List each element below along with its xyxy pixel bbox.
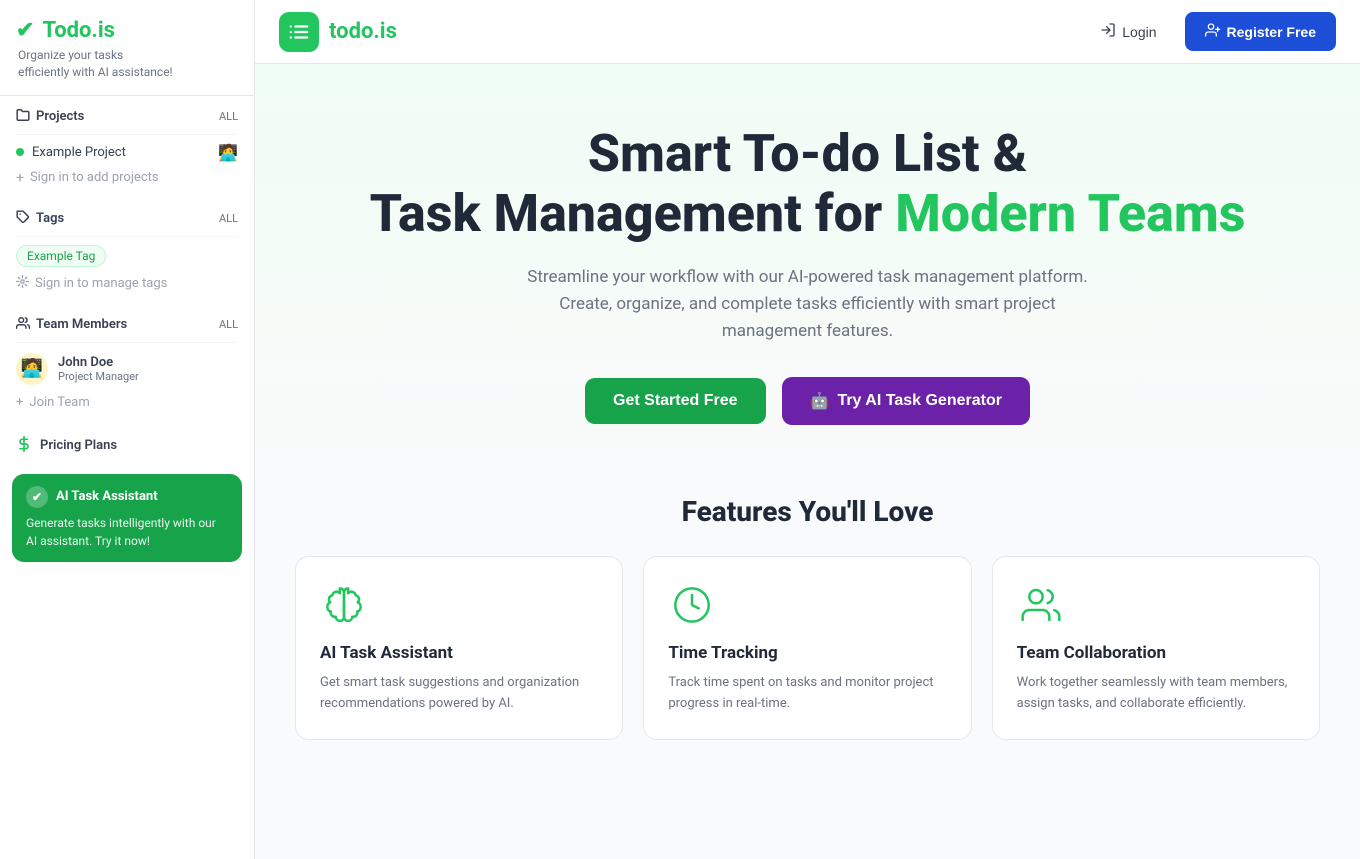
team-header: Team Members ALL (16, 316, 238, 334)
ai-generator-button[interactable]: 🤖 Try AI Task Generator (782, 377, 1030, 425)
join-plus-icon: + (16, 395, 23, 410)
sidebar-logo-title: ✔ Todo.is (16, 18, 238, 43)
check-icon: ✔ (16, 18, 34, 43)
project-example[interactable]: Example Project 🧑‍💻 (16, 139, 238, 166)
team-title: Team Members (16, 316, 127, 334)
topnav-logo-prefix: todo (329, 19, 373, 44)
hero-subtitle: Streamline your workflow with our AI-pow… (518, 264, 1098, 346)
team-member-john: 🧑‍💻 John Doe Project Manager (16, 347, 238, 391)
feature-card-team: Team Collaboration Work together seamles… (992, 556, 1320, 740)
topnav-logo-text: todo.is (329, 19, 397, 44)
team-all-link[interactable]: ALL (219, 318, 238, 331)
login-icon (1100, 22, 1116, 41)
join-team-label: Join Team (29, 395, 89, 410)
sidebar-team-section: Team Members ALL 🧑‍💻 John Doe Project Ma… (0, 304, 254, 426)
feature-ai-title: AI Task Assistant (320, 643, 598, 663)
plus-icon: + (16, 170, 24, 186)
projects-label: Projects (36, 109, 84, 124)
hero-title: Smart To-do List & Task Management for M… (295, 124, 1320, 244)
get-started-button[interactable]: Get Started Free (585, 378, 765, 424)
project-item-left: Example Project (16, 145, 126, 160)
feature-team-title: Team Collaboration (1017, 643, 1295, 663)
feature-team-body: Work together seamlessly with team membe… (1017, 673, 1295, 715)
ai-card-header: ✔ AI Task Assistant (26, 486, 228, 508)
dollar-icon (16, 436, 32, 456)
team-icon (16, 316, 30, 334)
project-dot (16, 148, 24, 156)
example-tag[interactable]: Example Tag (16, 245, 106, 267)
folder-icon (16, 108, 30, 126)
projects-header: Projects ALL (16, 108, 238, 126)
login-label: Login (1122, 24, 1156, 40)
sidebar-logo: ✔ Todo.is Organize your tasksefficiently… (0, 0, 254, 96)
sign-in-manage-tags[interactable]: Sign in to manage tags (16, 271, 238, 296)
main-content: todo.is Login Register Free Smart To-do … (255, 0, 1360, 859)
hero-buttons: Get Started Free 🤖 Try AI Task Generator (295, 377, 1320, 425)
feature-ai-body: Get smart task suggestions and organizat… (320, 673, 598, 715)
ai-card-title: AI Task Assistant (56, 489, 158, 504)
sign-in-add-label: Sign in to add projects (30, 170, 159, 185)
ai-card-body: Generate tasks intelligently with our AI… (26, 514, 228, 550)
tags-header: Tags ALL (16, 210, 238, 228)
pricing-plans-label: Pricing Plans (40, 438, 117, 453)
member-role: Project Manager (58, 370, 139, 383)
features-section: Features You'll Love AI Task Assistant G… (255, 465, 1360, 780)
brain-icon (320, 581, 368, 629)
pricing-plans-item[interactable]: Pricing Plans (0, 426, 254, 466)
tags-label: Tags (36, 211, 64, 226)
feature-time-body: Track time spent on tasks and monitor pr… (668, 673, 946, 715)
member-avatar: 🧑‍💻 (16, 353, 48, 385)
ai-generator-label: Try AI Task Generator (837, 392, 1002, 410)
register-label: Register Free (1227, 24, 1316, 40)
project-emoji: 🧑‍💻 (218, 143, 238, 162)
join-team-button[interactable]: + Join Team (16, 391, 238, 418)
project-name: Example Project (32, 145, 126, 160)
hero-section: Smart To-do List & Task Management for M… (255, 64, 1360, 465)
sign-in-tags-label: Sign in to manage tags (35, 276, 167, 291)
topnav-logo-icon (279, 12, 319, 52)
people-icon (1017, 581, 1065, 629)
sign-in-add-projects[interactable]: + Sign in to add projects (16, 166, 238, 190)
sidebar-projects-section: Projects ALL Example Project 🧑‍💻 + Sign … (0, 96, 254, 198)
login-button[interactable]: Login (1084, 14, 1172, 49)
topnav-logo: todo.is (279, 12, 397, 52)
ai-task-card[interactable]: ✔ AI Task Assistant Generate tasks intel… (12, 474, 242, 562)
features-grid: AI Task Assistant Get smart task suggest… (295, 556, 1320, 740)
sidebar: ✔ Todo.is Organize your tasksefficiently… (0, 0, 255, 859)
team-label: Team Members (36, 317, 127, 332)
topnav: todo.is Login Register Free (255, 0, 1360, 64)
sidebar-logo-subtitle: Organize your tasksefficiently with AI a… (16, 47, 238, 81)
tag-icon (16, 210, 30, 228)
hero-title-line1: Smart To-do List & (588, 123, 1027, 184)
ai-generator-icon: 🤖 (810, 391, 830, 411)
topnav-logo-suffix: .is (373, 19, 397, 44)
tags-title: Tags (16, 210, 64, 228)
hero-title-line2-prefix: Task Management for (370, 183, 896, 244)
topnav-actions: Login Register Free (1084, 12, 1336, 51)
tag-manage-icon (16, 275, 29, 292)
clock-icon (668, 581, 716, 629)
feature-time-title: Time Tracking (668, 643, 946, 663)
register-button[interactable]: Register Free (1185, 12, 1336, 51)
sidebar-title-text: Todo.is (42, 18, 115, 43)
features-title: Features You'll Love (295, 495, 1320, 528)
projects-all-link[interactable]: ALL (219, 110, 238, 123)
feature-card-ai: AI Task Assistant Get smart task suggest… (295, 556, 623, 740)
member-name: John Doe (58, 355, 139, 370)
sidebar-tags-section: Tags ALL Example Tag Sign in to manage t… (0, 198, 254, 304)
tags-all-link[interactable]: ALL (219, 212, 238, 225)
projects-title: Projects (16, 108, 84, 126)
hero-title-accent: Modern Teams (895, 183, 1245, 244)
register-icon (1205, 22, 1221, 41)
member-info: John Doe Project Manager (58, 355, 139, 383)
feature-card-time: Time Tracking Track time spent on tasks … (643, 556, 971, 740)
ai-check-icon: ✔ (26, 486, 48, 508)
